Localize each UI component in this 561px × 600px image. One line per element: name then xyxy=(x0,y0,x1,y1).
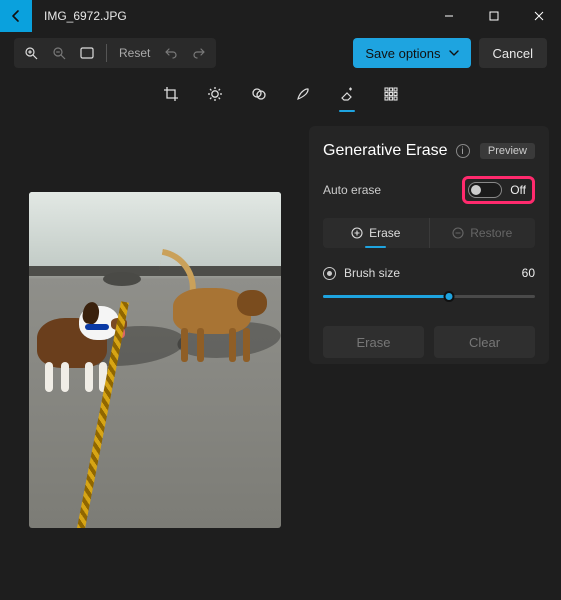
auto-erase-toggle[interactable] xyxy=(468,182,502,198)
maximize-button[interactable] xyxy=(471,0,516,32)
close-button[interactable] xyxy=(516,0,561,32)
brush-size-icon xyxy=(323,267,336,280)
tab-erase-label: Erase xyxy=(369,226,400,240)
fit-screen-icon[interactable] xyxy=(76,42,98,64)
markup-tool-icon[interactable] xyxy=(293,84,313,104)
image-canvas[interactable] xyxy=(29,192,281,528)
erase-tool-icon[interactable] xyxy=(337,84,357,104)
adjust-tool-icon[interactable] xyxy=(205,84,225,104)
preview-badge: Preview xyxy=(480,143,535,159)
back-button[interactable] xyxy=(0,0,32,32)
redo-icon[interactable] xyxy=(188,42,210,64)
background-tool-icon[interactable] xyxy=(381,84,401,104)
plus-circle-icon xyxy=(351,227,363,239)
auto-erase-state: Off xyxy=(510,183,526,197)
minimize-button[interactable] xyxy=(426,0,471,32)
brush-size-value: 60 xyxy=(522,266,535,280)
window-controls xyxy=(426,0,561,32)
minus-circle-icon xyxy=(452,227,464,239)
zoom-in-icon[interactable] xyxy=(20,42,42,64)
crop-tool-icon[interactable] xyxy=(161,84,181,104)
erase-restore-tabs: Erase Restore xyxy=(323,218,535,248)
cancel-button[interactable]: Cancel xyxy=(479,38,547,68)
auto-erase-label: Auto erase xyxy=(323,183,381,197)
brush-size-slider[interactable] xyxy=(323,290,535,304)
clear-action-button: Clear xyxy=(434,326,535,358)
canvas-column xyxy=(0,114,309,600)
filter-tool-icon[interactable] xyxy=(249,84,269,104)
separator xyxy=(106,44,107,62)
brush-size-label: Brush size xyxy=(344,266,400,280)
tab-restore: Restore xyxy=(429,218,536,248)
save-options-button[interactable]: Save options xyxy=(353,38,470,68)
titlebar: IMG_6972.JPG xyxy=(0,0,561,32)
undo-icon[interactable] xyxy=(160,42,182,64)
info-icon[interactable]: i xyxy=(456,144,470,158)
zoom-out-icon[interactable] xyxy=(48,42,70,64)
tab-restore-label: Restore xyxy=(470,226,512,240)
reset-button[interactable]: Reset xyxy=(115,46,154,60)
main-area: Generative Erase i Preview Auto erase Of… xyxy=(0,114,561,600)
auto-erase-highlight: Off xyxy=(462,176,535,204)
tab-erase[interactable]: Erase xyxy=(323,218,429,248)
zoom-reset-group: Reset xyxy=(14,38,216,68)
generative-erase-panel: Generative Erase i Preview Auto erase Of… xyxy=(309,126,549,364)
erase-action-button: Erase xyxy=(323,326,424,358)
edit-tools-strip xyxy=(0,74,561,114)
save-options-label: Save options xyxy=(365,46,440,61)
window-title: IMG_6972.JPG xyxy=(44,9,127,23)
top-toolbar: Reset Save options Cancel xyxy=(0,32,561,74)
chevron-down-icon xyxy=(449,50,459,56)
panel-title: Generative Erase xyxy=(323,142,448,160)
